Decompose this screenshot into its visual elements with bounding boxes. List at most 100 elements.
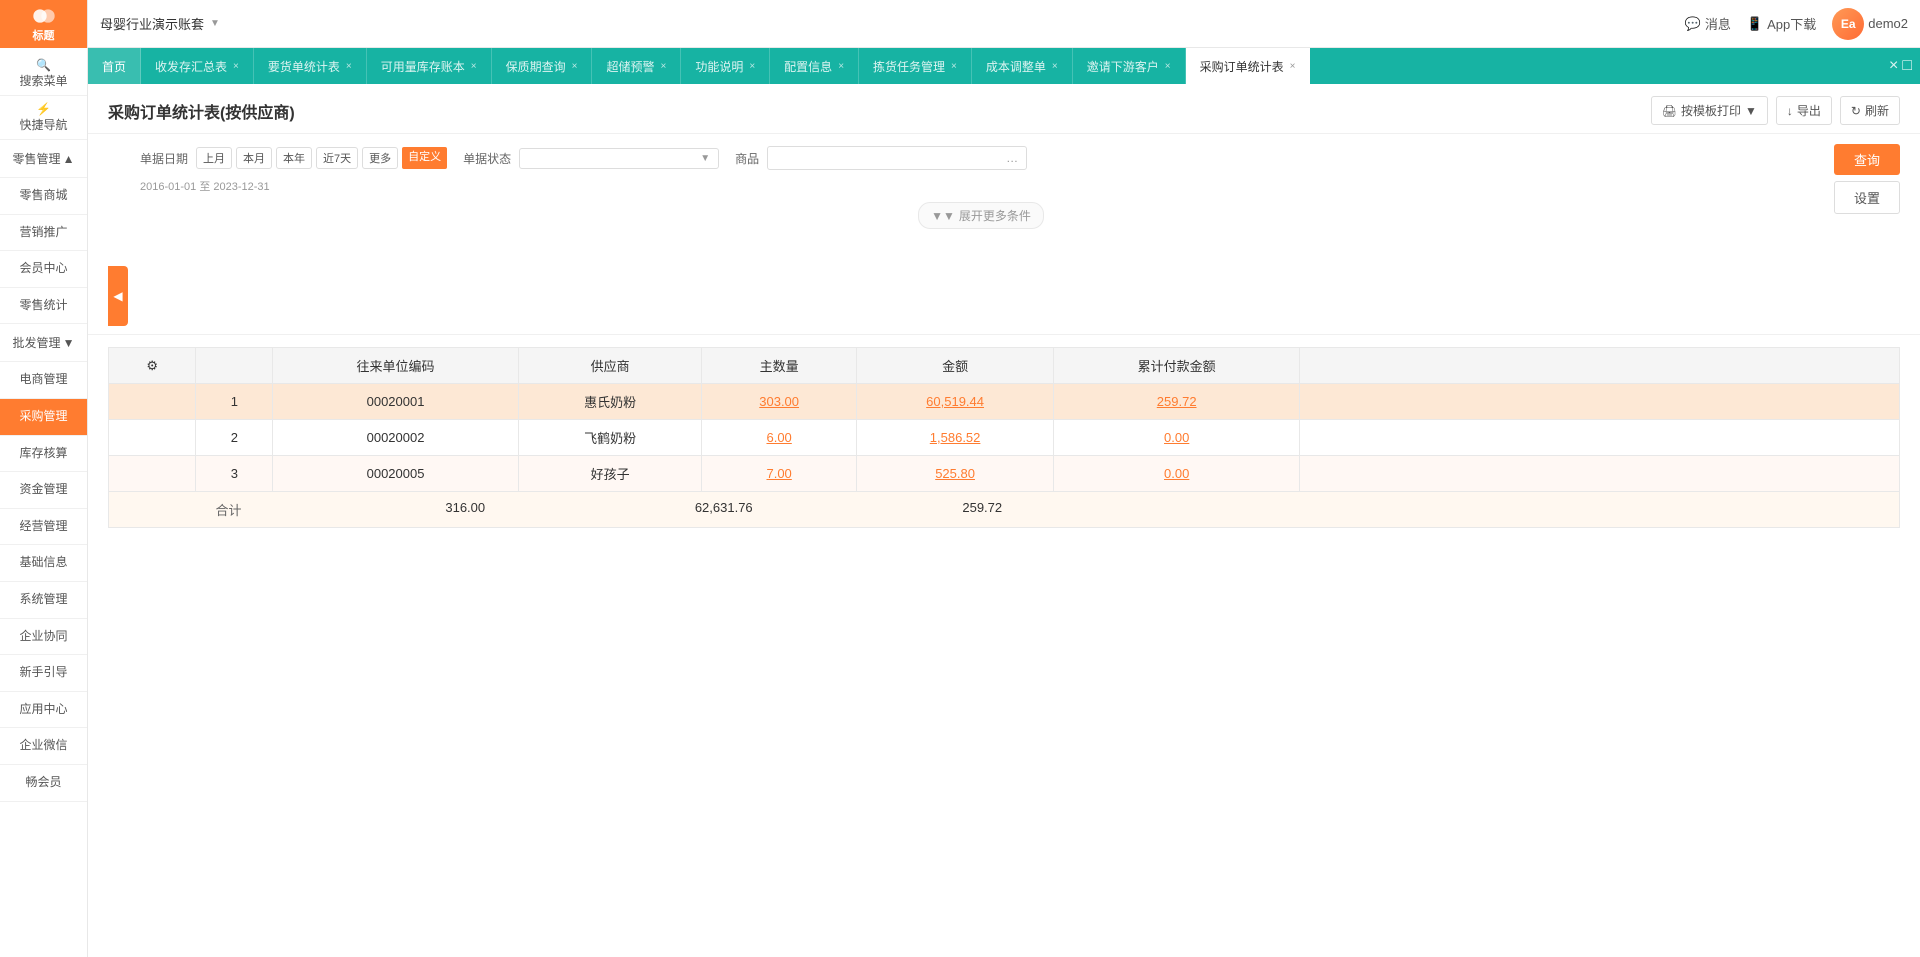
close-icon[interactable]: ×	[838, 61, 844, 72]
goods-input[interactable]: …	[767, 146, 1027, 170]
sidebar-item-basic-info[interactable]: 基础信息	[0, 545, 87, 582]
sidebar-item-label: 系统管理	[19, 592, 67, 608]
row-settings	[109, 384, 196, 420]
tab-expiry-query[interactable]: 保质期查询 ×	[492, 48, 593, 84]
close-icon[interactable]: ×	[346, 61, 352, 72]
sidebar-item-app-center[interactable]: 应用中心	[0, 692, 87, 729]
tab-purchase-stats[interactable]: 采购订单统计表 ×	[1186, 48, 1311, 84]
user-menu[interactable]: Ea demo2	[1832, 8, 1908, 40]
export-button[interactable]: ↓ 导出	[1776, 96, 1832, 125]
tab-label: 超储预警	[606, 58, 654, 75]
tab-home[interactable]: 首页	[88, 48, 141, 84]
logo-text: 标题	[33, 27, 55, 43]
row-qty[interactable]: 7.00	[702, 456, 856, 492]
window-close-icon[interactable]: ×	[1889, 57, 1898, 75]
tab-pick-task[interactable]: 拣货任务管理 ×	[859, 48, 972, 84]
date-shortcut-last-month[interactable]: 上月	[196, 147, 232, 169]
search-icon: 🔍	[8, 58, 79, 72]
sidebar-item-purchase-manage[interactable]: 采购管理	[0, 399, 87, 436]
sidebar-item-retail-store[interactable]: 零售商城	[0, 178, 87, 215]
date-shortcut-more[interactable]: 更多	[362, 147, 398, 169]
tab-label: 邀请下游客户	[1087, 58, 1159, 75]
row-amount[interactable]: 525.80	[856, 456, 1054, 492]
close-icon[interactable]: ×	[233, 61, 239, 72]
sidebar-item-ecommerce-manage[interactable]: 电商管理	[0, 362, 87, 399]
sidebar-item-system-manage[interactable]: 系统管理	[0, 582, 87, 619]
sidebar-item-label: 基础信息	[19, 555, 67, 571]
chevron-down-icon: ▼▼	[931, 209, 955, 223]
query-button[interactable]: 查询	[1834, 144, 1900, 175]
expand-more-button[interactable]: ▼▼ 展开更多条件	[918, 202, 1044, 229]
date-shortcut-7days[interactable]: 近7天	[316, 147, 358, 169]
sidebar-item-member-center[interactable]: 会员中心	[0, 251, 87, 288]
filter-actions: 查询 设置	[1834, 144, 1900, 214]
template-print-button[interactable]: 🖨 按模板打印 ▼	[1651, 96, 1768, 125]
sidebar-item-label: 应用中心	[19, 702, 67, 718]
tab-config-info[interactable]: 配置信息 ×	[770, 48, 859, 84]
close-icon[interactable]: ×	[1165, 61, 1171, 72]
row-supplier: 飞鹤奶粉	[518, 420, 702, 456]
tab-overstock-warning[interactable]: 超储预警 ×	[592, 48, 681, 84]
sidebar-item-wholesale-manage[interactable]: 批发管理 ▼	[0, 324, 87, 362]
more-icon[interactable]: …	[1006, 151, 1018, 165]
close-icon[interactable]: ×	[572, 61, 578, 72]
close-icon[interactable]: ×	[749, 61, 755, 72]
row-paid[interactable]: 0.00	[1054, 420, 1300, 456]
unit-code-col-header: 往来单位编码	[273, 348, 519, 384]
date-shortcut-this-month[interactable]: 本月	[236, 147, 272, 169]
download-icon: 📱	[1747, 16, 1763, 32]
date-shortcut-this-year[interactable]: 本年	[276, 147, 312, 169]
data-table: ⚙ 往来单位编码 供应商 主数量 金额 累计付款金额 1 00020001	[108, 347, 1900, 492]
row-paid[interactable]: 259.72	[1054, 384, 1300, 420]
date-range-display: 2016-01-01 至 2023-12-31	[140, 178, 270, 194]
row-amount[interactable]: 1,586.52	[856, 420, 1054, 456]
sidebar-item-label: 新手引导	[19, 665, 67, 681]
sidebar-item-enterprise-wechat[interactable]: 企业微信	[0, 728, 87, 765]
close-icon[interactable]: ×	[1290, 61, 1296, 72]
close-icon[interactable]: ×	[471, 61, 477, 72]
close-icon[interactable]: ×	[660, 61, 666, 72]
tab-label: 采购订单统计表	[1200, 58, 1284, 75]
sidebar-item-marketing[interactable]: 营销推广	[0, 215, 87, 252]
row-qty[interactable]: 6.00	[702, 420, 856, 456]
tab-invite-downstream[interactable]: 邀请下游客户 ×	[1073, 48, 1186, 84]
tab-label: 收发存汇总表	[155, 58, 227, 75]
sidebar-item-label: 批发管理	[13, 334, 61, 351]
sidebar-item-retail-stats[interactable]: 零售统计	[0, 288, 87, 325]
sidebar-item-label: 零售统计	[19, 298, 67, 314]
sidebar-item-new-guide[interactable]: 新手引导	[0, 655, 87, 692]
collapse-button[interactable]: ◀	[108, 266, 128, 326]
sidebar-item-operations-manage[interactable]: 经营管理	[0, 509, 87, 546]
tab-order-stats[interactable]: 要货单统计表 ×	[254, 48, 367, 84]
message-label: 消息	[1705, 14, 1731, 33]
date-filter: 单据日期 上月 本月 本年 近7天 更多 自定义	[140, 147, 447, 169]
tab-collect-summary[interactable]: 收发存汇总表 ×	[141, 48, 254, 84]
settings-button[interactable]: 设置	[1834, 181, 1900, 214]
status-select[interactable]: ▼	[519, 148, 719, 169]
sidebar-search[interactable]: 🔍 搜索菜单	[0, 48, 87, 96]
tab-cost-adjust[interactable]: 成本调整单 ×	[972, 48, 1073, 84]
row-amount[interactable]: 60,519.44	[856, 384, 1054, 420]
settings-col-header[interactable]: ⚙	[109, 348, 196, 384]
sidebar-item-label: 企业微信	[19, 738, 67, 754]
tab-function-desc[interactable]: 功能说明 ×	[681, 48, 770, 84]
window-maximize-icon[interactable]: □	[1902, 57, 1912, 75]
sidebar-item-enterprise-collab[interactable]: 企业协同	[0, 619, 87, 656]
sidebar-item-retail-manage[interactable]: 零售管理 ▲	[0, 140, 87, 178]
app-download-button[interactable]: 📱 App下载	[1747, 14, 1816, 33]
tab-available-inventory[interactable]: 可用量库存账本 ×	[367, 48, 492, 84]
close-icon[interactable]: ×	[951, 61, 957, 72]
close-icon[interactable]: ×	[1052, 61, 1058, 72]
row-qty[interactable]: 303.00	[702, 384, 856, 420]
sidebar-nav[interactable]: ⚡ 快捷导航	[0, 96, 87, 140]
message-button[interactable]: 💬 消息	[1685, 14, 1731, 33]
sidebar-item-capital-manage[interactable]: 资金管理	[0, 472, 87, 509]
table-row: 2 00020002 飞鹤奶粉 6.00 1,586.52 0.00	[109, 420, 1900, 456]
chevron-up-icon: ▲	[63, 152, 75, 166]
row-paid[interactable]: 0.00	[1054, 456, 1300, 492]
sidebar-item-inventory-check[interactable]: 库存核算	[0, 436, 87, 473]
sidebar-item-vip-member[interactable]: 畅会员	[0, 765, 87, 802]
refresh-button[interactable]: ↻ 刷新	[1840, 96, 1900, 125]
company-selector[interactable]: 母婴行业演示账套 ▼	[100, 14, 1685, 33]
page-content: 采购订单统计表(按供应商) 🖨 按模板打印 ▼ ↓ 导出 ↻ 刷新	[88, 84, 1920, 957]
